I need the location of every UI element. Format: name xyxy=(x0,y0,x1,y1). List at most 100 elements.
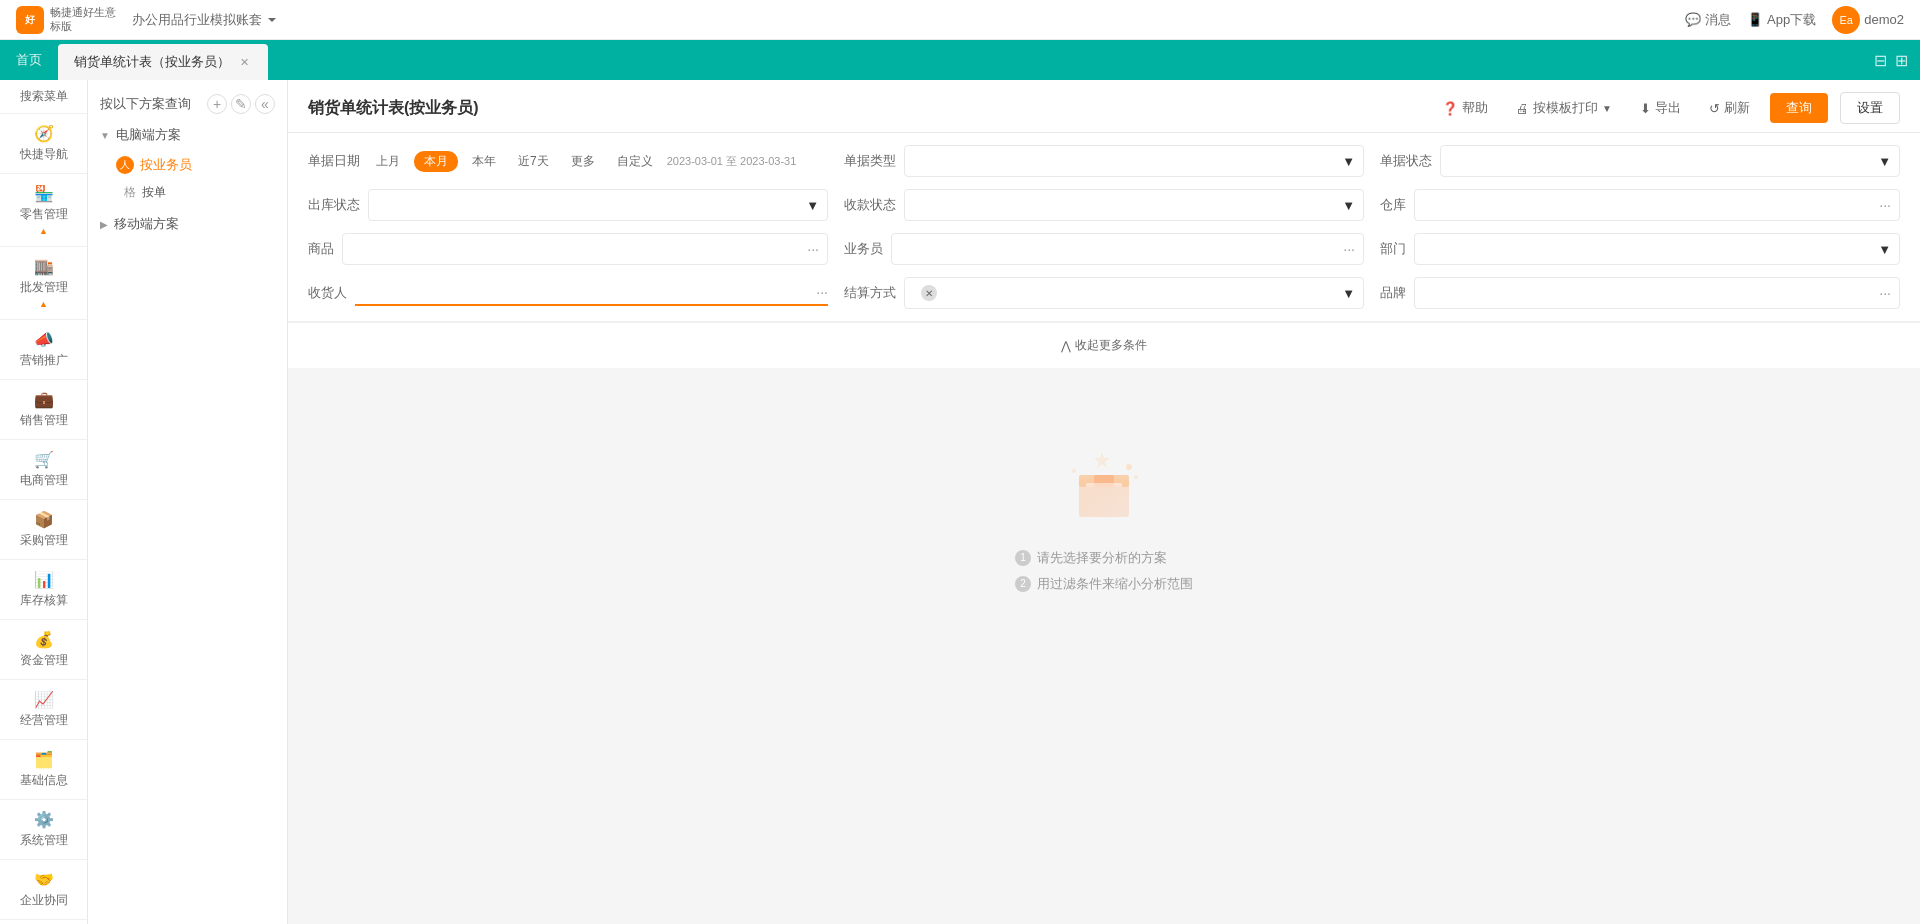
scheme-group-mobile-title[interactable]: ▶ 移动端方案 xyxy=(88,209,287,239)
doc-status-select[interactable]: ▼ xyxy=(1440,145,1900,177)
sidebar-search-area[interactable]: 搜索菜单 xyxy=(0,80,87,114)
settlement-chevron-icon: ▼ xyxy=(1342,286,1355,301)
page-actions: ❓ 帮助 🖨 按模板打印 ▼ ⬇ 导出 ↺ 刷新 xyxy=(1434,92,1900,124)
tab-minimize-icon[interactable]: ⊟ xyxy=(1874,51,1887,70)
scheme-item-sub-by-order[interactable]: 格 按单 xyxy=(88,180,287,205)
scheme-item-by-staff[interactable]: 人 按业务员 xyxy=(88,150,287,180)
sidebar-item-enterprise[interactable]: 🤝 企业协同 xyxy=(0,860,87,920)
sidebar-item-operations[interactable]: 📈 经营管理 xyxy=(0,680,87,740)
user-menu[interactable]: Ea demo2 xyxy=(1832,6,1904,34)
date-btn-this-month[interactable]: 本月 xyxy=(414,151,458,172)
filter-doctype-cell: 单据类型 ▼ xyxy=(844,145,1364,177)
message-button[interactable]: 💬 消息 xyxy=(1685,11,1731,29)
sidebar-item-label: 批发管理 xyxy=(20,279,68,296)
tab-expand-icon[interactable]: ⊞ xyxy=(1895,51,1908,70)
tab-sales-stat[interactable]: 销货单统计表（按业务员） ✕ xyxy=(58,44,268,80)
tab-home[interactable]: 首页 xyxy=(0,40,58,80)
dept-chevron-icon: ▼ xyxy=(1878,242,1891,257)
purchase-icon: 📦 xyxy=(34,510,54,529)
sidebar-item-wholesale[interactable]: 🏬 批发管理 ▲ xyxy=(0,247,87,320)
date-btn-last7[interactable]: 近7天 xyxy=(510,151,557,172)
message-icon: 💬 xyxy=(1685,12,1701,27)
goods-label: 商品 xyxy=(308,240,334,258)
collapse-up-icon: ⋀ xyxy=(1061,339,1071,353)
help-button[interactable]: ❓ 帮助 xyxy=(1434,95,1496,121)
marketing-icon: 📣 xyxy=(34,330,54,349)
top-bar: 好 畅捷通好生意 标版 办公用品行业模拟账套 💬 消息 📱 App下载 Ea d… xyxy=(0,0,1920,40)
collapse-scheme-button[interactable]: « xyxy=(255,94,275,114)
nav-dropdown[interactable]: 办公用品行业模拟账套 xyxy=(124,7,286,33)
brand-dots-icon[interactable]: ··· xyxy=(1879,285,1891,301)
brand-input[interactable]: ··· xyxy=(1414,277,1900,309)
sidebar-item-quick-nav[interactable]: 🧭 快捷导航 xyxy=(0,114,87,174)
date-btn-custom[interactable]: 自定义 xyxy=(609,151,661,172)
settlement-select[interactable]: ✕ ▼ xyxy=(904,277,1364,309)
goods-input[interactable]: ··· xyxy=(342,233,828,265)
collapse-row: ⋀ 收起更多条件 xyxy=(288,322,1920,368)
svg-point-6 xyxy=(1072,469,1076,473)
receiver-dots-icon[interactable]: ··· xyxy=(816,284,828,300)
sub-icon: 格 xyxy=(124,184,136,201)
settings-button[interactable]: 设置 xyxy=(1840,92,1900,124)
edit-scheme-button[interactable]: ✎ xyxy=(231,94,251,114)
sidebar-item-sales[interactable]: 💼 销售管理 xyxy=(0,380,87,440)
help-icon: ❓ xyxy=(1442,101,1458,116)
date-btn-last-month[interactable]: 上月 xyxy=(368,151,408,172)
date-btn-more[interactable]: 更多 xyxy=(563,151,603,172)
tip-item-1: 1 请先选择要分析的方案 xyxy=(1015,545,1193,571)
scheme-group-desktop-title[interactable]: ▼ 电脑端方案 xyxy=(88,120,287,150)
settlement-clear-icon[interactable]: ✕ xyxy=(921,285,937,301)
out-status-select[interactable]: ▼ xyxy=(368,189,828,221)
date-btn-this-year[interactable]: 本年 xyxy=(464,151,504,172)
tip-item-2: 2 用过滤条件来缩小分析范围 xyxy=(1015,571,1193,597)
inventory-icon: 📊 xyxy=(34,570,54,589)
tip-num-1: 1 xyxy=(1015,550,1031,566)
operations-icon: 📈 xyxy=(34,690,54,709)
payment-status-select[interactable]: ▼ xyxy=(904,189,1364,221)
scheme-actions: + ✎ « xyxy=(207,94,275,114)
staff-dots-icon[interactable]: ··· xyxy=(1343,241,1355,257)
app-download-button[interactable]: 📱 App下载 xyxy=(1747,11,1816,29)
query-button[interactable]: 查询 xyxy=(1770,93,1828,123)
filter-settlement-cell: 结算方式 ✕ ▼ xyxy=(844,277,1364,309)
warehouse-dots-icon[interactable]: ··· xyxy=(1879,197,1891,213)
add-scheme-button[interactable]: + xyxy=(207,94,227,114)
payment-status-label: 收款状态 xyxy=(844,196,896,214)
sidebar-item-label: 零售管理 xyxy=(20,206,68,223)
sidebar-item-retail[interactable]: 🏪 零售管理 ▲ xyxy=(0,174,87,247)
doc-type-select[interactable]: ▼ xyxy=(904,145,1364,177)
receiver-input-wrapper[interactable]: ··· xyxy=(355,280,828,306)
sidebar-item-ecommerce[interactable]: 🛒 电商管理 xyxy=(0,440,87,500)
sidebar-item-label: 经营管理 xyxy=(20,712,68,729)
sidebar-item-marketing[interactable]: 📣 营销推广 xyxy=(0,320,87,380)
basic-icon: 🗂️ xyxy=(34,750,54,769)
filter-dept-cell: 部门 ▼ xyxy=(1380,233,1900,265)
chevron-down-icon xyxy=(266,14,278,26)
sidebar: 搜索菜单 🧭 快捷导航 🏪 零售管理 ▲ 🏬 批发管理 ▲ 📣 营销推广 💼 销… xyxy=(0,80,88,924)
sidebar-item-purchase[interactable]: 📦 采购管理 xyxy=(0,500,87,560)
scheme-panel: 按以下方案查询 + ✎ « ▼ 电脑端方案 人 按业务员 格 xyxy=(88,80,288,924)
sidebar-item-system[interactable]: ⚙️ 系统管理 xyxy=(0,800,87,860)
top-bar-right: 💬 消息 📱 App下载 Ea demo2 xyxy=(1685,6,1904,34)
refresh-button[interactable]: ↺ 刷新 xyxy=(1701,95,1758,121)
sidebar-item-inventory[interactable]: 📊 库存核算 xyxy=(0,560,87,620)
export-button[interactable]: ⬇ 导出 xyxy=(1632,95,1689,121)
tab-close-icon[interactable]: ✕ xyxy=(236,54,252,70)
top-bar-left: 好 畅捷通好生意 标版 办公用品行业模拟账套 xyxy=(16,6,286,34)
sidebar-item-guide[interactable]: 🎯 新手引导 xyxy=(0,920,87,924)
scheme-group-desktop: ▼ 电脑端方案 人 按业务员 格 按单 xyxy=(88,120,287,205)
receiver-input[interactable] xyxy=(355,285,812,300)
logo-area: 好 畅捷通好生意 标版 xyxy=(16,6,116,34)
svg-point-4 xyxy=(1126,464,1132,470)
goods-dots-icon[interactable]: ··· xyxy=(807,241,819,257)
staff-input[interactable]: ··· xyxy=(891,233,1364,265)
sidebar-item-basic[interactable]: 🗂️ 基础信息 xyxy=(0,740,87,800)
filter-row-4: 收货人 ··· 结算方式 ✕ xyxy=(308,277,1900,309)
collapse-button[interactable]: ⋀ 收起更多条件 xyxy=(1061,331,1147,360)
warehouse-input[interactable]: ··· xyxy=(1414,189,1900,221)
template-print-button[interactable]: 🖨 按模板打印 ▼ xyxy=(1508,95,1620,121)
dept-select[interactable]: ▼ xyxy=(1414,233,1900,265)
sidebar-item-finance[interactable]: 💰 资金管理 xyxy=(0,620,87,680)
filter-staff-cell: 业务员 ··· xyxy=(844,233,1364,265)
filter-row-2: 出库状态 ▼ 收款状态 ▼ xyxy=(308,189,1900,221)
